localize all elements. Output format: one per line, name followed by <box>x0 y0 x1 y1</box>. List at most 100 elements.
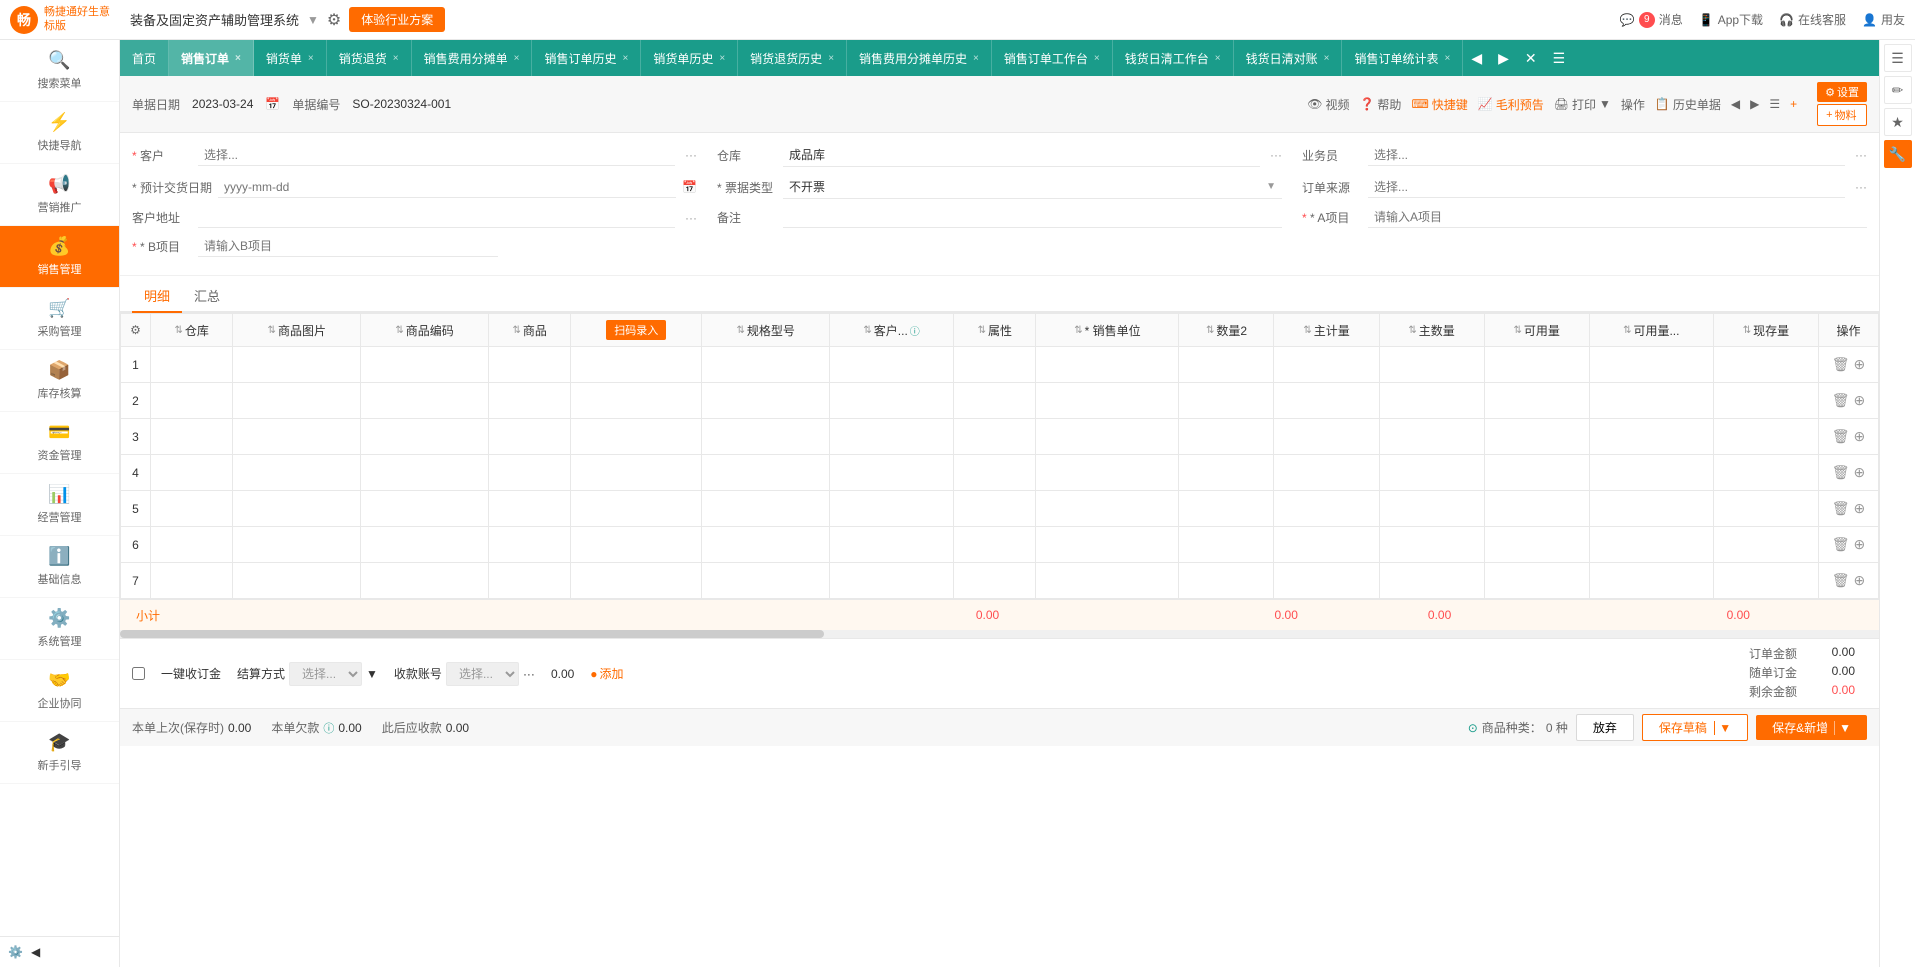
row-6-sales-unit[interactable] <box>1036 527 1179 563</box>
settings-icon[interactable]: ⚙ <box>327 10 341 30</box>
history-btn[interactable]: 📋 历史单据 <box>1655 96 1721 113</box>
row-2-available[interactable] <box>1484 383 1589 419</box>
tab-sales-invoice-history-close[interactable]: × <box>719 53 725 64</box>
row-2-customer-code[interactable] <box>830 383 954 419</box>
row-6-available[interactable] <box>1484 527 1589 563</box>
row-4-copy-icon[interactable]: ⊕ <box>1854 464 1866 481</box>
row-4-current-stock[interactable] <box>1713 455 1818 491</box>
row-3-copy-icon[interactable]: ⊕ <box>1854 428 1866 445</box>
customer-expand-btn[interactable]: ··· <box>685 148 697 162</box>
row-4-main-unit[interactable] <box>1274 455 1379 491</box>
row-2-warehouse[interactable] <box>151 383 233 419</box>
b-project-input[interactable] <box>198 236 498 257</box>
row-7-delete-icon[interactable]: 🗑 <box>1832 572 1850 589</box>
tab-cash-workbench-close[interactable]: × <box>1215 53 1221 64</box>
delivery-date-input[interactable] <box>218 177 676 198</box>
row-6-warehouse[interactable] <box>151 527 233 563</box>
row-5-attributes[interactable] <box>954 491 1036 527</box>
sidebar-collapse-icon[interactable]: ◀ <box>31 945 40 959</box>
delivery-date-calendar-icon[interactable]: 📅 <box>682 180 697 194</box>
view-btn[interactable]: 👁 视频 <box>1307 96 1349 113</box>
user-item[interactable]: 👤 用友 <box>1862 11 1905 28</box>
row-7-main-qty[interactable] <box>1379 563 1484 599</box>
tab-cash-reconcile[interactable]: 钱货日清对账 × <box>1234 40 1343 76</box>
row-7-warehouse[interactable] <box>151 563 233 599</box>
row-7-customer-code[interactable] <box>830 563 954 599</box>
row-4-main-qty[interactable] <box>1379 455 1484 491</box>
one-click-deposit-checkbox[interactable] <box>132 667 145 680</box>
row-3-product[interactable] <box>489 419 571 455</box>
row-2-available-detail[interactable] <box>1589 383 1713 419</box>
row-2-attributes[interactable] <box>954 383 1036 419</box>
account-select[interactable]: 选择... <box>446 662 519 686</box>
row-7-product-code[interactable] <box>361 563 489 599</box>
row-3-delete-icon[interactable]: 🗑 <box>1832 428 1850 445</box>
row-3-qty2[interactable] <box>1179 419 1274 455</box>
row-1-warehouse[interactable] <box>151 347 233 383</box>
row-1-copy-icon[interactable]: ⊕ <box>1854 356 1866 373</box>
right-panel-icon-2[interactable]: ✏ <box>1884 76 1912 104</box>
row-4-spec[interactable] <box>702 455 830 491</box>
row-3-available[interactable] <box>1484 419 1589 455</box>
row-5-current-stock[interactable] <box>1713 491 1818 527</box>
tab-expense-history-close[interactable]: × <box>973 53 979 64</box>
tab-order-workbench-close[interactable]: × <box>1094 53 1100 64</box>
new-record-btn[interactable]: + <box>1790 97 1797 111</box>
tab-sales-invoice-history[interactable]: 销货单历史 × <box>641 40 738 76</box>
sidebar-item-system[interactable]: ⚙️ 系统管理 <box>0 598 119 660</box>
row-2-sales-unit[interactable] <box>1036 383 1179 419</box>
row-1-main-unit[interactable] <box>1274 347 1379 383</box>
tab-sales-return-close[interactable]: × <box>393 53 399 64</box>
profit-btn[interactable]: 📈 毛利预告 <box>1478 96 1544 113</box>
row-6-available-detail[interactable] <box>1589 527 1713 563</box>
detail-tab-summary[interactable]: 汇总 <box>182 280 232 313</box>
row-7-qty2[interactable] <box>1179 563 1274 599</box>
material-quick-btn[interactable]: + 物料 <box>1817 104 1867 126</box>
save-draft-dropdown-icon[interactable]: ▼ <box>1714 721 1731 735</box>
row-5-available-detail[interactable] <box>1589 491 1713 527</box>
remarks-input[interactable] <box>783 207 1282 228</box>
row-4-sales-unit[interactable] <box>1036 455 1179 491</box>
col-settings-icon[interactable]: ⚙ <box>130 323 141 337</box>
row-5-product-code[interactable] <box>361 491 489 527</box>
a-project-input[interactable] <box>1368 207 1867 228</box>
sidebar-item-purchase[interactable]: 🛒 采购管理 <box>0 288 119 350</box>
row-3-spec[interactable] <box>702 419 830 455</box>
row-4-available[interactable] <box>1484 455 1589 491</box>
row-7-copy-icon[interactable]: ⊕ <box>1854 572 1866 589</box>
row-5-warehouse[interactable] <box>151 491 233 527</box>
sidebar-item-basic-info[interactable]: ℹ️ 基础信息 <box>0 536 119 598</box>
tab-cash-workbench[interactable]: 钱货日清工作台 × <box>1113 40 1234 76</box>
order-date-value[interactable]: 2023-03-24 <box>192 97 253 111</box>
row-1-attributes[interactable] <box>954 347 1036 383</box>
tab-cash-reconcile-close[interactable]: × <box>1324 53 1330 64</box>
sidebar-item-inventory[interactable]: 📦 库存核算 <box>0 350 119 412</box>
tab-sales-order-close[interactable]: × <box>235 53 241 64</box>
row-3-available-detail[interactable] <box>1589 419 1713 455</box>
salesperson-expand-btn[interactable]: ··· <box>1855 148 1867 162</box>
row-2-delete-icon[interactable]: 🗑 <box>1832 392 1850 409</box>
sidebar-item-operations[interactable]: 📊 经营管理 <box>0 474 119 536</box>
row-2-spec[interactable] <box>702 383 830 419</box>
row-3-warehouse[interactable] <box>151 419 233 455</box>
row-6-copy-icon[interactable]: ⊕ <box>1854 536 1866 553</box>
tab-order-workbench[interactable]: 销售订单工作台 × <box>992 40 1113 76</box>
tab-close-all-btn[interactable]: ✕ <box>1517 40 1545 76</box>
row-1-available[interactable] <box>1484 347 1589 383</box>
app-download-item[interactable]: 📱 App下载 <box>1699 11 1763 28</box>
row-5-main-qty[interactable] <box>1379 491 1484 527</box>
row-5-spec[interactable] <box>702 491 830 527</box>
row-2-main-qty[interactable] <box>1379 383 1484 419</box>
tab-sales-stats-close[interactable]: × <box>1444 53 1450 64</box>
scan-input-btn[interactable]: 扫码录入 <box>606 320 666 340</box>
dropdown-arrow-icon[interactable]: ▼ <box>307 13 319 27</box>
settings-quick-btn[interactable]: ⚙ 设置 <box>1817 82 1867 102</box>
save-new-dropdown-icon[interactable]: ▼ <box>1834 721 1851 735</box>
row-7-attributes[interactable] <box>954 563 1036 599</box>
row-1-sales-unit[interactable] <box>1036 347 1179 383</box>
tab-prev-btn[interactable]: ◀ <box>1463 40 1490 76</box>
row-1-available-detail[interactable] <box>1589 347 1713 383</box>
row-3-sales-unit[interactable] <box>1036 419 1179 455</box>
row-3-attributes[interactable] <box>954 419 1036 455</box>
row-7-spec[interactable] <box>702 563 830 599</box>
